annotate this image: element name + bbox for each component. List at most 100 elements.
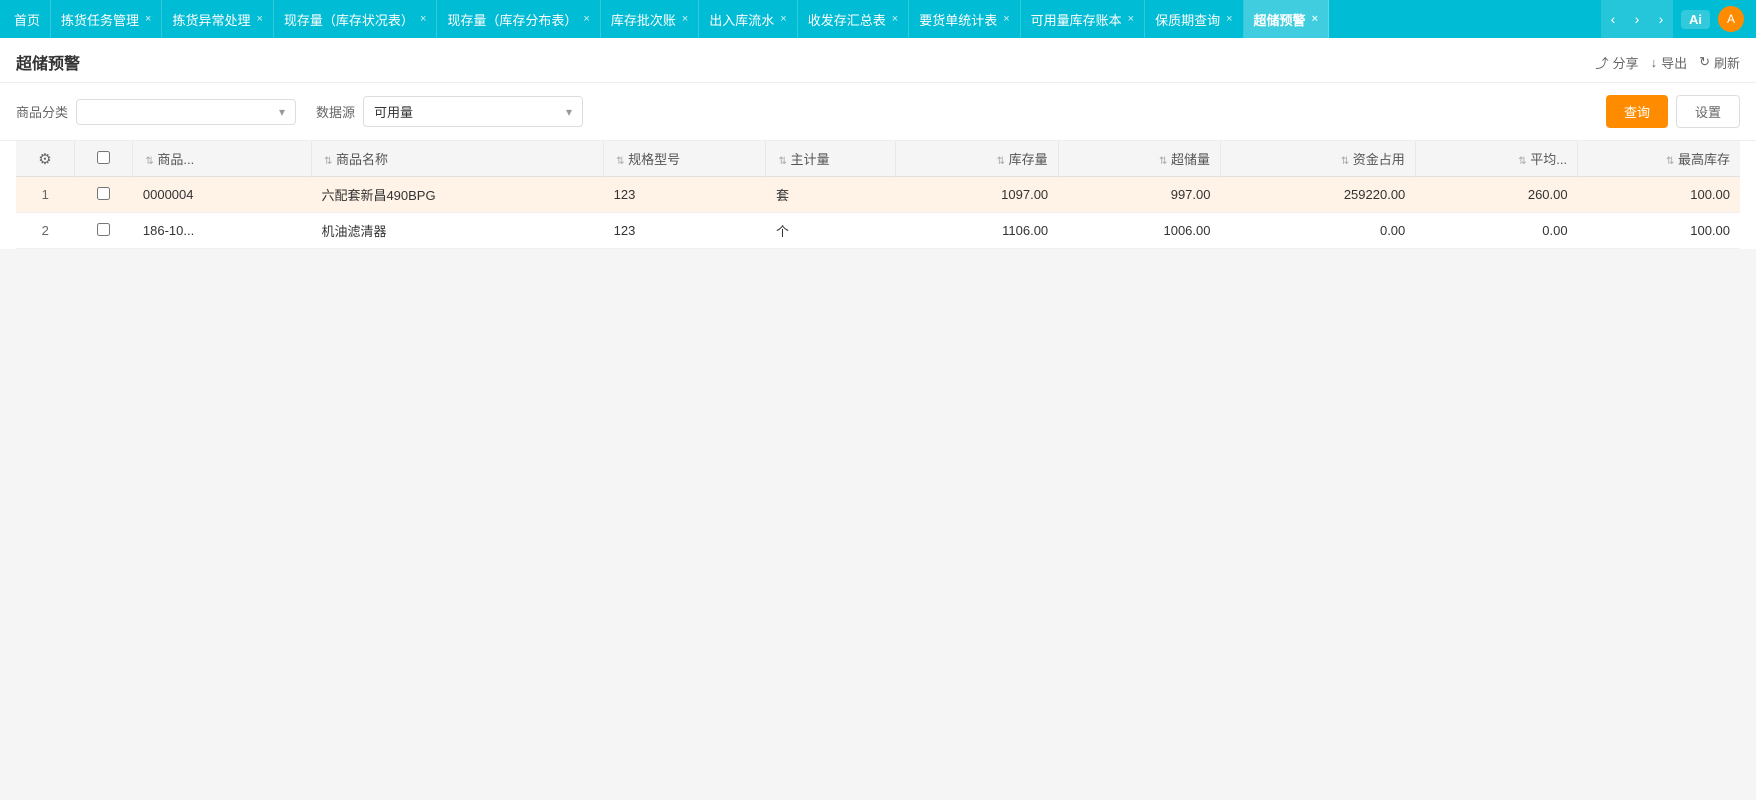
- share-label: 分享: [1613, 53, 1639, 72]
- col-header-code: ⇅ 商品...: [133, 141, 312, 177]
- nav-close-icon[interactable]: ×: [583, 13, 589, 25]
- col-sort-icon-name: ⇅: [324, 156, 332, 167]
- nav-item-首页[interactable]: 首页: [4, 0, 51, 38]
- col-header-capital: ⇅ 资金占用: [1220, 141, 1415, 177]
- nav-item-保质期查询[interactable]: 保质期查询×: [1145, 0, 1243, 38]
- filter-bar: 商品分类 ▾ 数据源 可用量 ▾ 查询 设置: [0, 83, 1756, 141]
- nav-close-icon[interactable]: ×: [256, 13, 262, 25]
- top-navigation: 首页拣货任务管理×拣货异常处理×现存量（库存状况表）×现存量（库存分布表）×库存…: [0, 0, 1756, 38]
- settings-button[interactable]: 设置: [1676, 95, 1740, 128]
- col-label-stock: 库存量: [1009, 152, 1048, 167]
- row-stock: 1106.00: [896, 213, 1058, 249]
- header-actions: ⤴ 分享 ↓ 导出 ↻ 刷新: [1596, 53, 1740, 72]
- col-sort-icon-spec: ⇅: [616, 156, 624, 167]
- row-maxstock: 100.00: [1578, 213, 1740, 249]
- ai-badge: Ai: [1681, 10, 1710, 29]
- nav-close-icon[interactable]: ×: [892, 13, 898, 25]
- col-header-avg: ⇅ 平均...: [1415, 141, 1577, 177]
- row-code: 186-10...: [133, 213, 312, 249]
- row-capital: 0.00: [1220, 213, 1415, 249]
- row-spec: 123: [604, 213, 766, 249]
- category-select-arrow: ▾: [279, 105, 285, 119]
- nav-item-现存量库存状况表[interactable]: 现存量（库存状况表）×: [274, 0, 437, 38]
- refresh-icon: ↻: [1699, 54, 1710, 70]
- row-maxstock: 100.00: [1578, 177, 1740, 213]
- col-label-over: 超储量: [1171, 152, 1210, 167]
- topbar-right: Ai A: [1673, 0, 1752, 38]
- nav-more-button[interactable]: ›: [1649, 0, 1673, 38]
- nav-close-icon[interactable]: ×: [682, 13, 688, 25]
- query-button[interactable]: 查询: [1606, 95, 1668, 128]
- table-row: 2 186-10... 机油滤清器 123 个 1106.00 1006.00 …: [16, 213, 1740, 249]
- category-label: 商品分类: [16, 102, 68, 121]
- table-row: 1 0000004 六配套新昌490BPG 123 套 1097.00 997.…: [16, 177, 1740, 213]
- nav-item-库存批次账[interactable]: 库存批次账×: [601, 0, 699, 38]
- nav-item-要货单统计表[interactable]: 要货单统计表×: [909, 0, 1020, 38]
- row-checkbox[interactable]: [97, 223, 110, 236]
- row-avg: 0.00: [1415, 213, 1577, 249]
- nav-item-收发存汇总表[interactable]: 收发存汇总表×: [798, 0, 909, 38]
- nav-item-拣货异常处理[interactable]: 拣货异常处理×: [162, 0, 273, 38]
- datasource-select[interactable]: 可用量 ▾: [363, 96, 583, 127]
- table-settings-icon[interactable]: ⚙: [38, 151, 51, 168]
- nav-item-拣货任务管理[interactable]: 拣货任务管理×: [51, 0, 162, 38]
- col-label-code: 商品...: [157, 152, 194, 167]
- refresh-button[interactable]: ↻ 刷新: [1699, 53, 1740, 72]
- col-sort-icon-capital: ⇅: [1341, 156, 1349, 167]
- page-title: 超储预警: [16, 50, 80, 74]
- col-header-stock: ⇅ 库存量: [896, 141, 1058, 177]
- col-sort-icon-maxstock: ⇅: [1666, 156, 1674, 167]
- nav-item-可用量库存账本[interactable]: 可用量库存账本×: [1021, 0, 1145, 38]
- nav-close-icon[interactable]: ×: [1003, 13, 1009, 25]
- col-header-spec: ⇅ 规格型号: [604, 141, 766, 177]
- col-label-avg: 平均...: [1530, 152, 1567, 167]
- row-unit: 套: [766, 177, 896, 213]
- refresh-label: 刷新: [1714, 53, 1740, 72]
- share-button[interactable]: ⤴ 分享: [1596, 53, 1639, 72]
- col-header-maxstock: ⇅ 最高库存: [1578, 141, 1740, 177]
- row-over: 997.00: [1058, 177, 1220, 213]
- row-settings-cell: 1: [16, 177, 74, 213]
- select-all-checkbox[interactable]: [97, 151, 110, 164]
- row-checkbox-cell: [74, 213, 132, 249]
- nav-close-icon[interactable]: ×: [420, 13, 426, 25]
- row-stock: 1097.00: [896, 177, 1058, 213]
- filter-actions: 查询 设置: [1606, 95, 1740, 128]
- nav-close-icon[interactable]: ×: [780, 13, 786, 25]
- col-header-settings: ⚙: [16, 141, 74, 177]
- export-button[interactable]: ↓ 导出: [1651, 53, 1688, 72]
- col-sort-icon-avg: ⇅: [1518, 156, 1526, 167]
- category-filter: 商品分类 ▾: [16, 99, 296, 125]
- page-header: 超储预警 ⤴ 分享 ↓ 导出 ↻ 刷新: [0, 38, 1756, 83]
- col-label-spec: 规格型号: [628, 152, 680, 167]
- nav-close-icon[interactable]: ×: [1312, 13, 1318, 25]
- col-label-maxstock: 最高库存: [1678, 152, 1730, 167]
- share-icon: ⤴: [1596, 53, 1609, 72]
- nav-next-button[interactable]: ›: [1625, 0, 1649, 38]
- export-label: 导出: [1661, 53, 1687, 72]
- col-header-checkbox: [74, 141, 132, 177]
- col-header-over: ⇅ 超储量: [1058, 141, 1220, 177]
- nav-item-出入库流水[interactable]: 出入库流水×: [699, 0, 797, 38]
- row-name: 六配套新昌490BPG: [311, 177, 603, 213]
- nav-arrows: ‹ › ›: [1601, 0, 1673, 38]
- datasource-filter: 数据源 可用量 ▾: [316, 96, 583, 127]
- nav-prev-button[interactable]: ‹: [1601, 0, 1625, 38]
- main-table: ⚙ ⇅ 商品... ⇅ 商品名称 ⇅ 规格型号: [16, 141, 1740, 249]
- datasource-label: 数据源: [316, 102, 355, 121]
- table-header-row: ⚙ ⇅ 商品... ⇅ 商品名称 ⇅ 规格型号: [16, 141, 1740, 177]
- row-avg: 260.00: [1415, 177, 1577, 213]
- nav-close-icon[interactable]: ×: [1128, 13, 1134, 25]
- row-checkbox-cell: [74, 177, 132, 213]
- nav-close-icon[interactable]: ×: [145, 13, 151, 25]
- col-header-unit: ⇅ 主计量: [766, 141, 896, 177]
- row-checkbox[interactable]: [97, 187, 110, 200]
- nav-item-现存量库存分布表[interactable]: 现存量（库存分布表）×: [437, 0, 600, 38]
- nav-close-icon[interactable]: ×: [1226, 13, 1232, 25]
- row-capital: 259220.00: [1220, 177, 1415, 213]
- table-container: ⚙ ⇅ 商品... ⇅ 商品名称 ⇅ 规格型号: [0, 141, 1756, 249]
- category-select[interactable]: ▾: [76, 99, 296, 125]
- col-label-name: 商品名称: [336, 152, 388, 167]
- col-label-capital: 资金占用: [1353, 152, 1405, 167]
- nav-item-超储预警[interactable]: 超储预警×: [1244, 0, 1329, 38]
